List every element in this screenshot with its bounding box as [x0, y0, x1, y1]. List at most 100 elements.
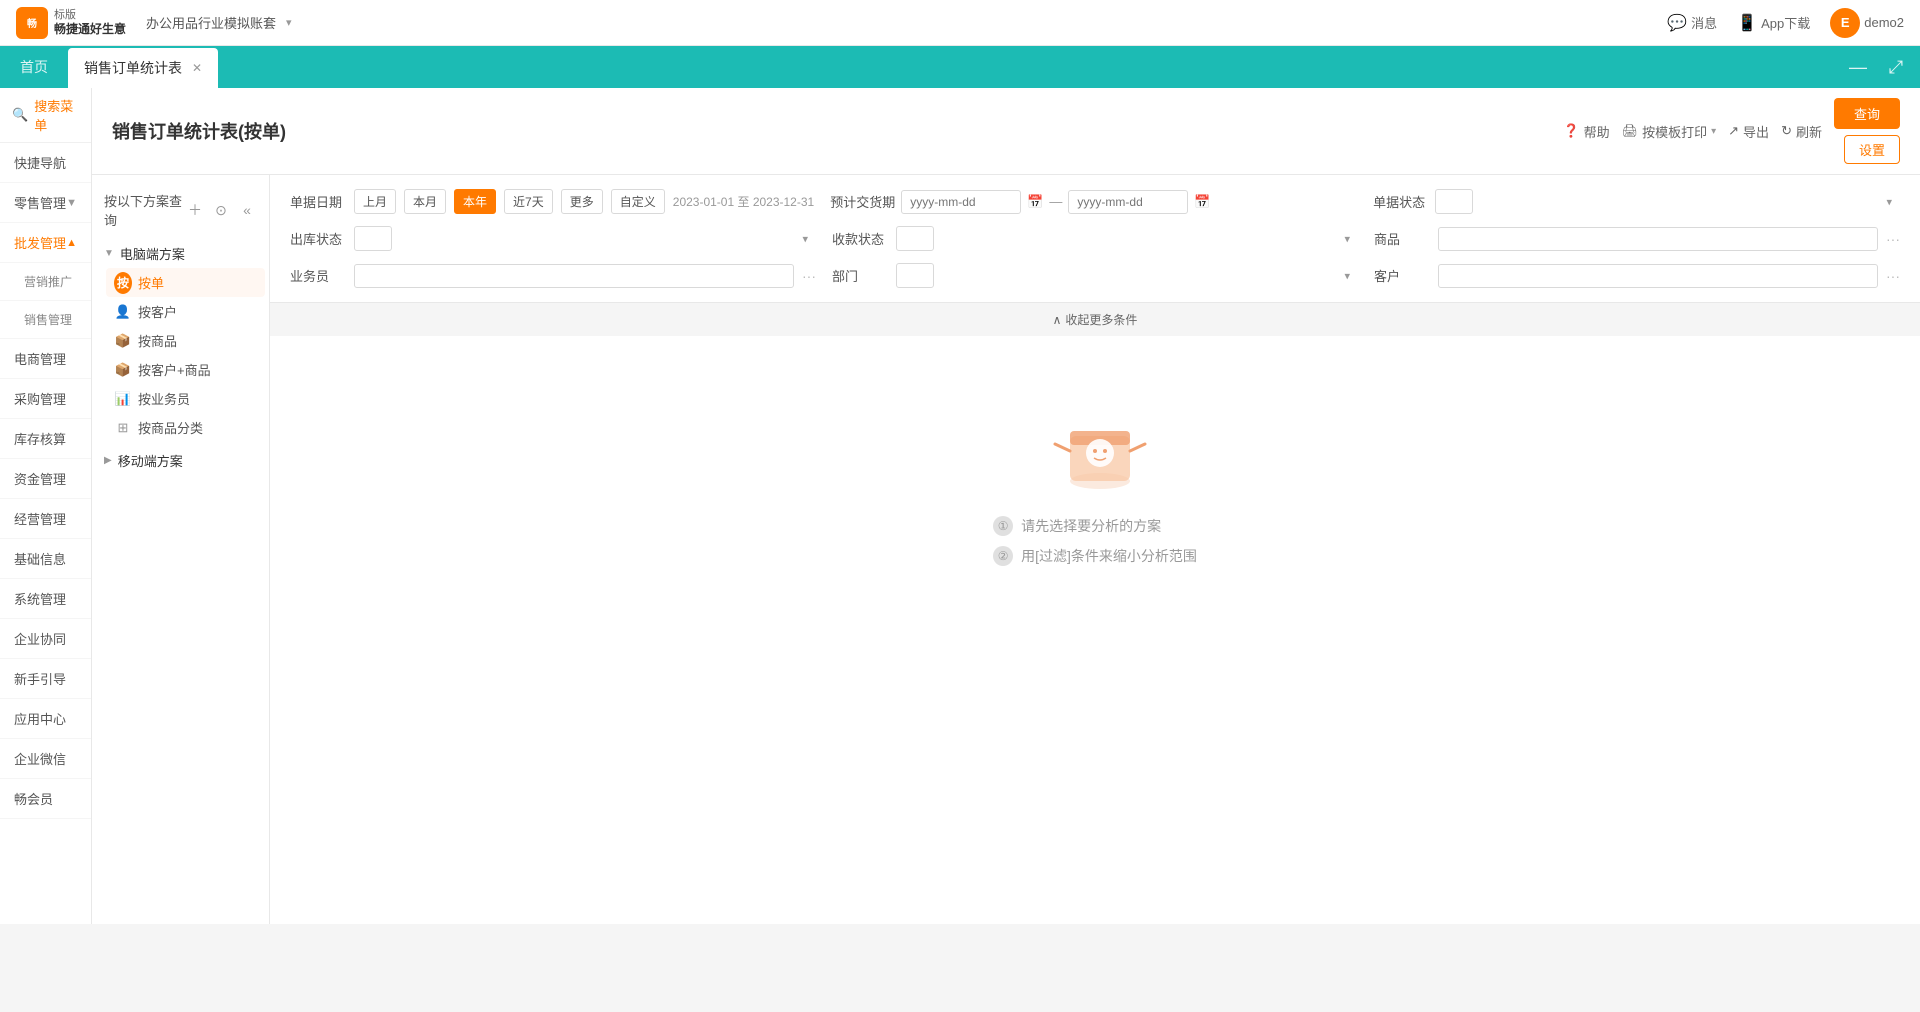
tree-child-by-goods[interactable]: 📦 按商品 — [106, 326, 265, 355]
query-button[interactable]: 查询 — [1834, 98, 1900, 129]
empty-tip-1: ① 请先选择要分析的方案 — [993, 516, 1197, 536]
date-btn-thisyear[interactable]: 本年 — [454, 189, 496, 214]
sidebar-search[interactable]: 🔍 搜索菜单 — [0, 88, 91, 143]
sidebar-label-basic: 基础信息 — [14, 549, 66, 568]
out-status-select[interactable] — [354, 226, 392, 251]
date-btn-7days[interactable]: 近7天 — [504, 189, 553, 214]
export-button[interactable]: ↗ 导出 — [1728, 122, 1769, 141]
sidebar-item-shortcut[interactable]: 快捷导航 — [0, 143, 91, 183]
sidebar-item-basic[interactable]: 基础信息 — [0, 539, 91, 579]
sidebar-item-marketing[interactable]: 营销推广 — [0, 263, 91, 301]
sidebar-item-ecommerce[interactable]: 电商管理 — [0, 339, 91, 379]
search-icon: 🔍 — [12, 107, 28, 123]
tab-stats[interactable]: 销售订单统计表 ✕ — [68, 48, 218, 88]
sidebar-item-inventory[interactable]: 库存核算 — [0, 419, 91, 459]
refresh-label: 刷新 — [1796, 122, 1822, 141]
goods-input[interactable] — [1438, 227, 1878, 251]
status-select[interactable] — [1435, 189, 1473, 214]
by-category-icon: ⊞ — [114, 419, 132, 437]
empty-tip-2-text: 用[过滤]条件来缩小分析范围 — [1021, 546, 1197, 566]
tab-home-label: 首页 — [20, 57, 48, 77]
user-profile[interactable]: E demo2 — [1830, 8, 1904, 38]
tree-parent-mobile[interactable]: ▶ 移动端方案 — [96, 446, 265, 475]
sidebar-label-marketing: 营销推广 — [24, 273, 72, 290]
customer-input[interactable] — [1438, 264, 1878, 288]
collect-status-select[interactable] — [896, 226, 934, 251]
sidebar-item-newbie[interactable]: 新手引导 — [0, 659, 91, 699]
sidebar-item-retail[interactable]: 零售管理 ▼ — [0, 183, 91, 223]
by-order-icon: 按 — [114, 274, 132, 292]
salesman-input[interactable] — [354, 264, 794, 288]
tree-child-by-order[interactable]: 按 按单 — [106, 268, 265, 297]
sidebar-label-operations: 经营管理 — [14, 509, 66, 528]
sidebar-label-newbie: 新手引导 — [14, 669, 66, 688]
sidebar-item-operations[interactable]: 经营管理 — [0, 499, 91, 539]
tree-parent-pc[interactable]: ▼ 电脑端方案 — [96, 239, 265, 268]
status-label: 单据状态 — [1373, 192, 1429, 211]
help-button[interactable]: ❓ 帮助 — [1563, 122, 1609, 141]
sidebar-item-appcenter[interactable]: 应用中心 — [0, 699, 91, 739]
sidebar-item-cooperation[interactable]: 企业协同 — [0, 619, 91, 659]
panel-header-icons: ＋ ⊙ « — [185, 200, 257, 220]
template-print-arrow: ▾ — [1711, 126, 1716, 137]
dept-select-wrapper — [896, 263, 1358, 288]
by-customer-goods-icon: 📦 — [114, 361, 132, 379]
expected-date-end-input[interactable] — [1068, 190, 1188, 214]
settings-scheme-button[interactable]: ⊙ — [211, 200, 231, 220]
app-name-dropdown-arrow[interactable]: ▾ — [286, 16, 292, 29]
sidebar-label-ecommerce: 电商管理 — [14, 349, 66, 368]
tab-maximize-button[interactable]: ⤢ — [1882, 53, 1910, 81]
tree-child-by-category[interactable]: ⊞ 按商品分类 — [106, 413, 265, 442]
page-title: 销售订单统计表(按单) — [112, 118, 286, 144]
tab-stats-close-icon[interactable]: ✕ — [192, 61, 202, 75]
sidebar-item-purchase[interactable]: 采购管理 — [0, 379, 91, 419]
tree-child-by-salesman[interactable]: 📊 按业务员 — [106, 384, 265, 413]
sidebar-arrow-wholesale: ▲ — [66, 237, 77, 249]
page-actions: ❓ 帮助 🖨 按模板打印 ▾ ↗ 导出 ↻ 刷新 查询 — [1563, 98, 1900, 164]
tree-child-by-customer-goods[interactable]: 📦 按客户+商品 — [106, 355, 265, 384]
sidebar-label-system: 系统管理 — [14, 589, 66, 608]
sidebar-item-wholesale[interactable]: 批发管理 ▲ — [0, 223, 91, 263]
tab-home[interactable]: 首页 — [0, 46, 68, 88]
tree-child-by-customer[interactable]: 👤 按客户 — [106, 297, 265, 326]
result-area: ① 请先选择要分析的方案 ② 用[过滤]条件来缩小分析范围 — [270, 336, 1920, 924]
content-area: 销售订单统计表(按单) ❓ 帮助 🖨 按模板打印 ▾ ↗ 导出 ↻ 刷新 — [92, 88, 1920, 924]
refresh-icon: ↻ — [1781, 123, 1792, 139]
sidebar-item-finance[interactable]: 资金管理 — [0, 459, 91, 499]
empty-tip-2: ② 用[过滤]条件来缩小分析范围 — [993, 546, 1197, 566]
message-label: 消息 — [1691, 13, 1717, 32]
sidebar-item-system[interactable]: 系统管理 — [0, 579, 91, 619]
customer-dots-button[interactable]: ··· — [1886, 268, 1900, 284]
sidebar-item-member[interactable]: 畅会员 — [0, 779, 91, 819]
template-print-button[interactable]: 🖨 按模板打印 ▾ — [1622, 122, 1717, 141]
date-btn-more[interactable]: 更多 — [561, 189, 603, 214]
collapse-panel-button[interactable]: « — [237, 200, 257, 220]
salesman-dots-button[interactable]: ··· — [802, 268, 816, 284]
message-button[interactable]: 💬 消息 — [1667, 13, 1717, 33]
tab-minimize-button[interactable]: — — [1844, 53, 1872, 81]
sidebar-search-label: 搜索菜单 — [34, 96, 79, 134]
app-download-button[interactable]: 📱 App下载 — [1737, 13, 1810, 33]
date-btn-lastmonth[interactable]: 上月 — [354, 189, 396, 214]
expected-date-start-input[interactable] — [901, 190, 1021, 214]
goods-dots-button[interactable]: ··· — [1886, 231, 1900, 247]
dept-select[interactable] — [896, 263, 934, 288]
expected-date-label: 预计交货期 — [830, 192, 895, 211]
empty-tip-num-2: ② — [993, 546, 1013, 566]
settings-button[interactable]: 设置 — [1844, 135, 1900, 164]
app-download-icon: 📱 — [1737, 13, 1757, 33]
date-btn-thismonth[interactable]: 本月 — [404, 189, 446, 214]
add-scheme-button[interactable]: ＋ — [185, 200, 205, 220]
logo-area[interactable]: 畅 标版 畅捷通好生意 — [16, 7, 126, 39]
logo-brand: 畅捷通好生意 — [54, 22, 126, 38]
tree-child-by-category-label: 按商品分类 — [138, 418, 203, 437]
sidebar-item-sales[interactable]: 销售管理 — [0, 301, 91, 339]
date-separator: — — [1049, 194, 1062, 209]
refresh-button[interactable]: ↻ 刷新 — [1781, 122, 1822, 141]
tree-parent-pc-label: 电脑端方案 — [120, 244, 185, 263]
tree-child-by-customer-label: 按客户 — [138, 302, 177, 321]
sidebar-item-enterprise-wx[interactable]: 企业微信 — [0, 739, 91, 779]
panel-header-text: 按以下方案查询 — [104, 191, 185, 229]
collapse-bar[interactable]: ∧ 收起更多条件 — [270, 303, 1920, 336]
date-btn-custom[interactable]: 自定义 — [611, 189, 665, 214]
